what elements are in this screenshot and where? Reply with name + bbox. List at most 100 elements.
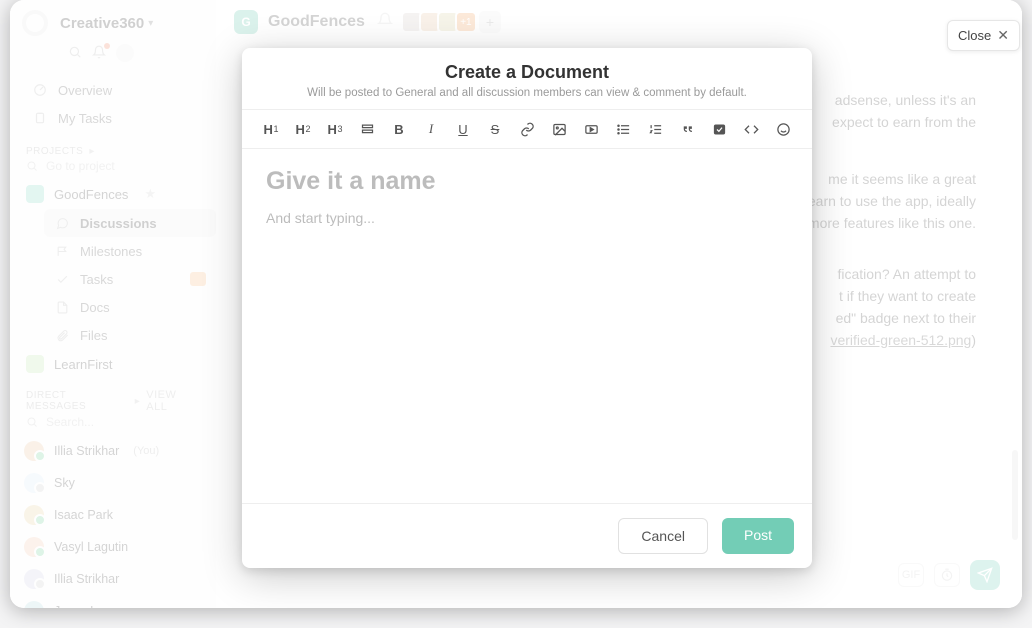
gauge-icon — [32, 82, 48, 98]
add-member-icon[interactable]: + — [479, 11, 501, 33]
avatar — [24, 601, 44, 608]
nav-label: My Tasks — [58, 111, 112, 126]
project-learnfirst[interactable]: LearnFirst — [10, 349, 216, 379]
dm-person[interactable]: Isaac Park — [10, 499, 216, 531]
timer-icon[interactable] — [934, 563, 960, 587]
project-label: GoodFences — [54, 187, 128, 202]
sub-discussions[interactable]: Discussions — [44, 209, 216, 237]
nav-my-tasks[interactable]: My Tasks — [22, 104, 204, 132]
image-button[interactable] — [548, 118, 570, 140]
h2-button[interactable]: H2 — [292, 118, 314, 140]
bullet-list-button[interactable] — [612, 118, 634, 140]
paragraph-button[interactable] — [356, 118, 378, 140]
avatar — [24, 473, 44, 493]
bell-icon[interactable] — [92, 45, 106, 62]
modal-subtitle: Will be posted to General and all discus… — [258, 87, 796, 99]
h3-button[interactable]: H3 — [324, 118, 346, 140]
dm-name: Sky — [54, 476, 75, 490]
close-icon: ✕ — [997, 27, 1009, 44]
project-goodfences[interactable]: GoodFences ★ — [10, 179, 216, 209]
check-icon — [54, 271, 70, 287]
sub-label: Milestones — [80, 244, 142, 259]
post-button[interactable]: Post — [722, 518, 794, 554]
link-button[interactable] — [516, 118, 538, 140]
nav-label: Overview — [58, 83, 112, 98]
search-icon[interactable] — [68, 45, 82, 62]
sub-label: Files — [80, 328, 107, 343]
milestone-icon — [54, 243, 70, 259]
project-square-icon: G — [234, 10, 258, 34]
dm-name: Illia Strikhar — [54, 444, 119, 458]
dm-name: Isaac Park — [54, 508, 113, 522]
add-project-icon[interactable]: ▸ — [89, 146, 95, 157]
project-avatar — [26, 355, 44, 373]
quote-button[interactable] — [676, 118, 698, 140]
task-count-badge — [190, 272, 206, 286]
checklist-button[interactable] — [708, 118, 730, 140]
view-all-link[interactable]: View all — [146, 389, 200, 413]
strike-button[interactable]: S — [484, 118, 506, 140]
dm-search[interactable]: Search... — [10, 415, 216, 435]
placeholder-text: Go to project — [46, 159, 115, 173]
dm-person[interactable]: Sky — [10, 467, 216, 499]
sub-label: Discussions — [80, 216, 157, 231]
dm-name: Vasyl Lagutin — [54, 540, 128, 554]
avatar — [24, 569, 44, 589]
modal-title: Create a Document — [258, 62, 796, 83]
close-label: Close — [958, 28, 991, 43]
bold-button[interactable]: B — [388, 118, 410, 140]
clipboard-icon — [32, 110, 48, 126]
dm-person[interactable]: Illia Strikhar — [10, 563, 216, 595]
project-avatar — [26, 185, 44, 203]
bell-outline-icon[interactable] — [377, 12, 393, 33]
doc-icon — [54, 299, 70, 315]
dm-person[interactable]: Jesus Lugo — [10, 595, 216, 608]
italic-button[interactable]: I — [420, 118, 442, 140]
project-label: LearnFirst — [54, 357, 113, 372]
dm-heading: Direct Messages▸ View all — [10, 379, 216, 415]
avatar — [24, 441, 44, 461]
close-button[interactable]: Close ✕ — [947, 20, 1020, 51]
placeholder-text: Search... — [46, 415, 94, 429]
chevron-down-icon[interactable]: ▾ — [148, 18, 153, 29]
more-count-badge: +1 — [455, 11, 477, 33]
chat-icon — [54, 215, 70, 231]
avatar — [24, 505, 44, 525]
link[interactable]: verified-green-512.png — [830, 332, 971, 348]
dm-person[interactable]: Illia Strikhar (You) — [10, 435, 216, 467]
nav-overview[interactable]: Overview — [22, 76, 204, 104]
dm-name: Jesus Lugo — [54, 604, 118, 608]
member-avatars[interactable]: +1 + — [405, 11, 501, 33]
projects-heading: Projects▸ — [10, 136, 216, 159]
doc-body-input[interactable]: And start typing... — [266, 210, 788, 226]
doc-title-input[interactable]: Give it a name — [266, 167, 788, 196]
send-button[interactable] — [970, 560, 1000, 590]
h1-button[interactable]: H1 — [260, 118, 282, 140]
cancel-button[interactable]: Cancel — [618, 518, 708, 554]
sub-docs[interactable]: Docs — [44, 293, 216, 321]
paperclip-icon — [54, 327, 70, 343]
sub-label: Tasks — [80, 272, 113, 287]
sub-milestones[interactable]: Milestones — [44, 237, 216, 265]
header-title: GoodFences — [268, 13, 365, 31]
project-search[interactable]: Go to project — [10, 159, 216, 179]
header-project[interactable]: G GoodFences — [234, 10, 365, 34]
brand-logo[interactable] — [22, 10, 48, 36]
dm-person[interactable]: Vasyl Lagutin — [10, 531, 216, 563]
underline-button[interactable]: U — [452, 118, 474, 140]
editor-toolbar: H1 H2 H3 B I U S — [242, 110, 812, 149]
sub-files[interactable]: Files — [44, 321, 216, 349]
scrollbar-thumb[interactable] — [1012, 450, 1018, 540]
code-button[interactable] — [740, 118, 762, 140]
star-icon[interactable]: ★ — [144, 186, 156, 202]
dm-name: Illia Strikhar — [54, 572, 119, 586]
avatar-mini[interactable] — [116, 44, 134, 62]
ordered-list-button[interactable] — [644, 118, 666, 140]
video-button[interactable] — [580, 118, 602, 140]
you-label: (You) — [133, 445, 159, 457]
gif-button[interactable]: GIF — [898, 563, 924, 587]
emoji-button[interactable] — [772, 118, 794, 140]
sub-tasks[interactable]: Tasks — [44, 265, 216, 293]
workspace-name[interactable]: Creative360 — [60, 15, 144, 32]
avatar — [24, 537, 44, 557]
